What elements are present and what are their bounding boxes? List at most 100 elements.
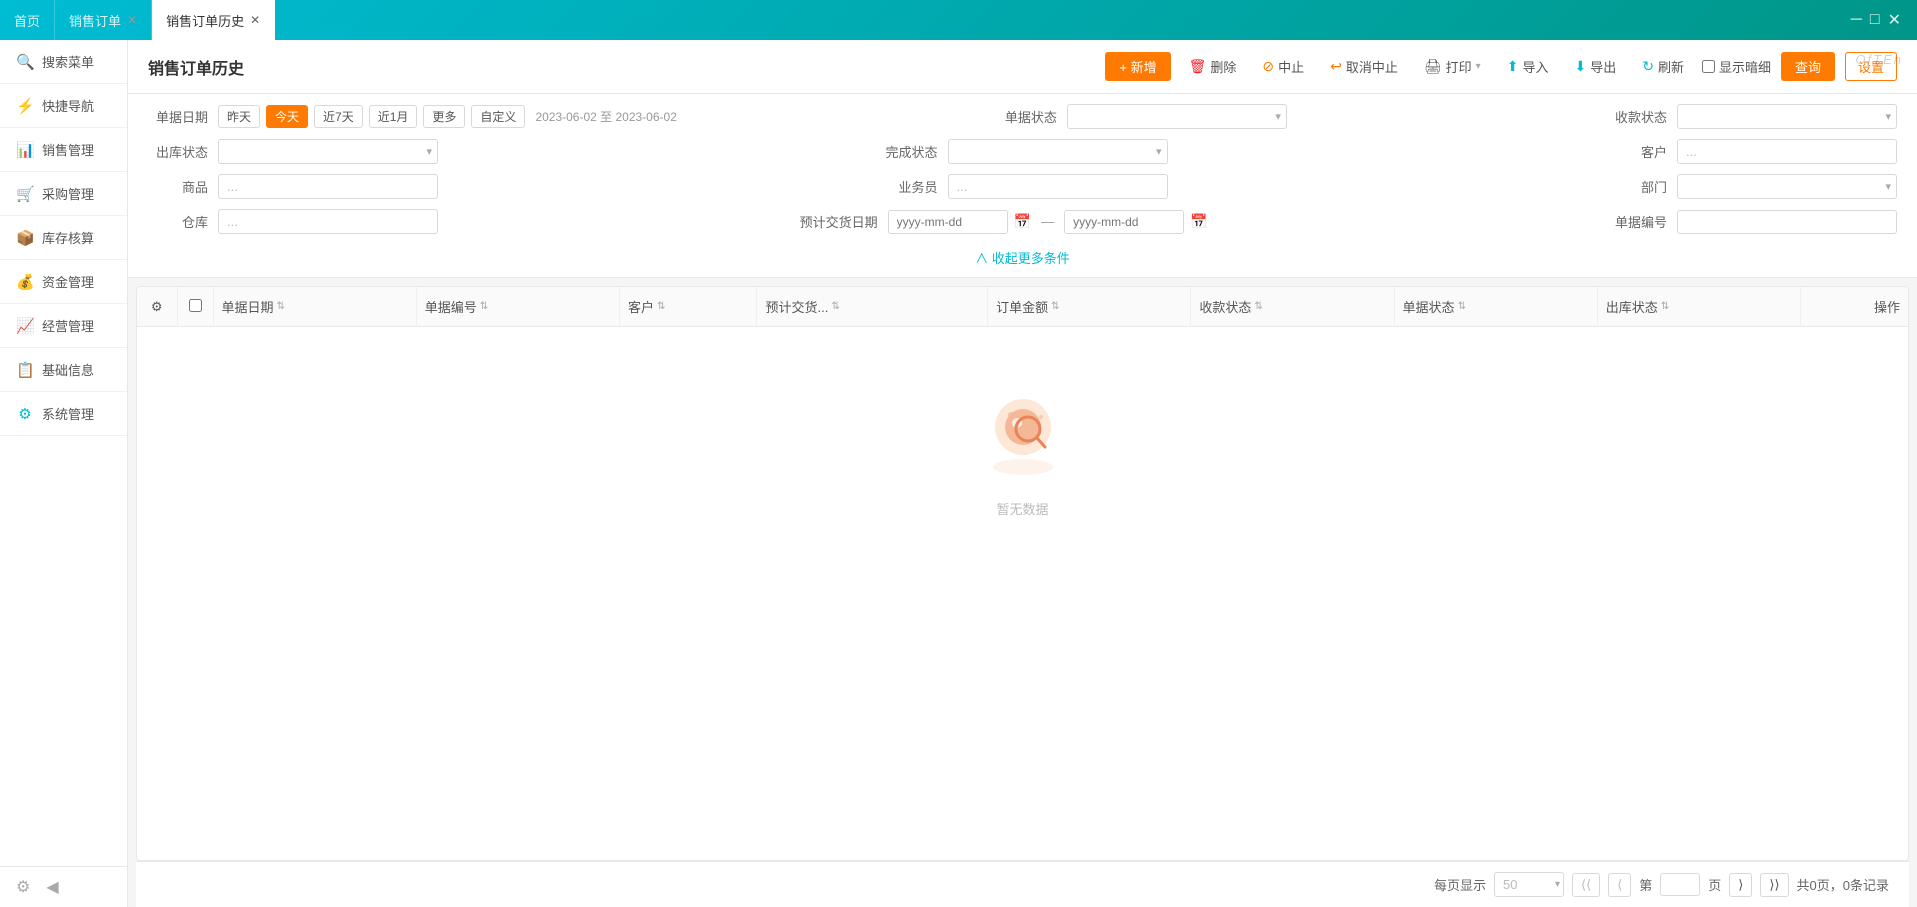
th-bill-status[interactable]: 单据状态 ⇅: [1394, 287, 1597, 327]
goods-input[interactable]: ...: [218, 174, 438, 199]
department-select[interactable]: [1677, 174, 1897, 199]
th-customer[interactable]: 客户 ⇅: [619, 287, 757, 327]
calendar-from-icon[interactable]: 📅: [1014, 213, 1031, 230]
empty-state: 暂无数据: [137, 327, 1908, 578]
page-title-row: 销售订单历史 + 新增 🗑 删除 ⊘ 中止 ↩ 取消中止: [148, 52, 1897, 81]
inventory-icon: 📦: [16, 229, 34, 247]
sidebar-item-system[interactable]: ⚙ 系统管理: [0, 392, 127, 436]
delivery-status-select[interactable]: [218, 139, 438, 164]
pagination-bar: 每页显示 20 50 100 ▾ ⟨⟨ ⟨ 第 1 页 ⟩ ⟩⟩ 共0页，0条记…: [136, 861, 1909, 907]
sidebar-item-basics[interactable]: 📋 基础信息: [0, 348, 127, 392]
select-all-checkbox[interactable]: [189, 299, 202, 312]
collapse-row[interactable]: ∧ 收起更多条件: [148, 244, 1897, 271]
tab-sales-order[interactable]: 销售订单 ✕: [55, 0, 152, 40]
print-label: 打印: [1446, 57, 1472, 76]
sidebar-item-inventory[interactable]: 📦 库存核算: [0, 216, 127, 260]
bill-status-label: 单据状态: [997, 107, 1067, 126]
filter-row-3: 商品 ... 业务员 ... 部门 ▾: [148, 174, 1897, 199]
tab-home[interactable]: 首页: [0, 0, 55, 40]
tab-sales-order-label: 销售订单: [69, 11, 121, 30]
sidebar-item-search[interactable]: 🔍 搜索菜单: [0, 40, 127, 84]
refresh-icon: ↻: [1642, 58, 1654, 75]
calendar-to-icon[interactable]: 📅: [1190, 213, 1207, 230]
sidebar-bottom: ⚙ ◀: [0, 866, 127, 907]
receipt-status-select[interactable]: [1677, 104, 1897, 129]
sidebar-settings-icon[interactable]: ⚙: [16, 877, 30, 897]
date-btn-7days[interactable]: 近7天: [314, 105, 363, 128]
page-number-input[interactable]: 1: [1660, 873, 1700, 896]
sidebar-item-quicknav[interactable]: ⚡ 快捷导航: [0, 84, 127, 128]
close-window-icon[interactable]: ✕: [1888, 10, 1901, 30]
purchase-icon: 🛒: [16, 185, 34, 203]
export-icon: ⬇: [1574, 58, 1586, 75]
th-bill-number[interactable]: 单据编号 ⇅: [416, 287, 619, 327]
main-layout: 🔍 搜索菜单 ⚡ 快捷导航 📊 销售管理 🛒 采购管理 📦 库存核算 💰 资金管…: [0, 40, 1917, 907]
settings-button[interactable]: 设置: [1845, 52, 1897, 81]
new-button[interactable]: + 新增: [1105, 52, 1170, 81]
cancel-stop-button[interactable]: ↩ 取消中止: [1322, 53, 1406, 80]
export-label: 导出: [1590, 57, 1616, 76]
sidebar-item-system-label: 系统管理: [42, 404, 94, 423]
stop-button[interactable]: ⊘ 中止: [1254, 53, 1312, 80]
receipt-status-label: 收款状态: [1607, 107, 1677, 126]
per-page-select[interactable]: 20 50 100: [1494, 872, 1564, 897]
tab-sales-history-close[interactable]: ✕: [250, 13, 260, 27]
empty-state-row: 暂无数据: [137, 327, 1908, 579]
print-dropdown-icon[interactable]: ▾: [1476, 61, 1481, 72]
next-page-button[interactable]: ⟩: [1729, 873, 1752, 897]
date-btn-more[interactable]: 更多: [423, 105, 465, 128]
sidebar-item-finance[interactable]: 💰 资金管理: [0, 260, 127, 304]
th-bill-date[interactable]: 单据日期 ⇅: [213, 287, 416, 327]
empty-state-cell: 暂无数据: [137, 327, 1908, 579]
department-select-wrapper: ▾: [1677, 174, 1897, 199]
date-btn-yesterday[interactable]: 昨天: [218, 105, 260, 128]
goods-label: 商品: [148, 177, 218, 196]
table-container: ⚙ 单据日期 ⇅ 单据编号: [136, 286, 1909, 861]
date-btn-custom[interactable]: 自定义: [471, 105, 525, 128]
warehouse-input[interactable]: ...: [218, 209, 438, 234]
display-columns-checkbox[interactable]: [1702, 60, 1715, 73]
th-settings[interactable]: ⚙: [137, 287, 177, 327]
delete-button[interactable]: 🗑 删除: [1181, 53, 1245, 80]
date-btn-1month[interactable]: 近1月: [369, 105, 418, 128]
complete-status-select[interactable]: [948, 139, 1168, 164]
salesperson-input[interactable]: ...: [948, 174, 1168, 199]
refresh-button[interactable]: ↻ 刷新: [1634, 53, 1692, 80]
cancel-stop-label: 取消中止: [1346, 57, 1398, 76]
per-page-select-wrapper: 20 50 100 ▾: [1494, 872, 1564, 897]
delivery-date-to[interactable]: [1064, 210, 1184, 234]
export-button[interactable]: ⬇ 导出: [1566, 53, 1624, 80]
table-header: ⚙ 单据日期 ⇅ 单据编号: [137, 287, 1908, 327]
print-button[interactable]: 🖨 打印 ▾: [1416, 53, 1489, 80]
th-receipt-status[interactable]: 收款状态 ⇅: [1191, 287, 1394, 327]
print-icon: 🖨: [1424, 58, 1442, 75]
th-delivery-status[interactable]: 出库状态 ⇅: [1597, 287, 1800, 327]
delivery-date-from[interactable]: [888, 210, 1008, 234]
bill-number-label: 单据编号: [1607, 212, 1677, 231]
import-button[interactable]: ⬆ 导入: [1499, 53, 1557, 80]
th-order-amount[interactable]: 订单金额 ⇅: [988, 287, 1191, 327]
last-page-button[interactable]: ⟩⟩: [1760, 873, 1788, 897]
sidebar-item-purchase[interactable]: 🛒 采购管理: [0, 172, 127, 216]
customer-input[interactable]: ...: [1677, 139, 1897, 164]
minimize-icon[interactable]: ─: [1851, 11, 1862, 29]
tab-sales-order-close[interactable]: ✕: [127, 13, 137, 27]
bill-status-select[interactable]: [1067, 104, 1287, 129]
first-page-button[interactable]: ⟨⟨: [1572, 873, 1600, 897]
filter-area: 单据日期 昨天 今天 近7天 近1月 更多 自定义 2023-06-02 至 2…: [128, 94, 1917, 278]
th-delivery-date[interactable]: 预计交货... ⇅: [757, 287, 988, 327]
sidebar-item-finance-label: 资金管理: [42, 272, 94, 291]
bill-number-input[interactable]: [1677, 210, 1897, 234]
maximize-icon[interactable]: □: [1870, 11, 1880, 29]
prev-page-button[interactable]: ⟨: [1608, 873, 1631, 897]
table-settings-icon[interactable]: ⚙: [151, 299, 163, 314]
tab-sales-history[interactable]: 销售订单历史 ✕: [152, 0, 275, 40]
sidebar-item-operations[interactable]: 📈 经营管理: [0, 304, 127, 348]
query-button[interactable]: 查询: [1781, 52, 1835, 81]
filter-row-4: 仓库 ... 预计交货日期 📅 — 📅 单据编号: [148, 209, 1897, 234]
sidebar-item-sales[interactable]: 📊 销售管理: [0, 128, 127, 172]
display-columns-toggle[interactable]: 显示暗细: [1702, 57, 1771, 76]
th-checkbox[interactable]: [177, 287, 213, 327]
date-btn-today[interactable]: 今天: [266, 105, 308, 128]
sidebar-collapse-icon[interactable]: ◀: [46, 877, 58, 897]
